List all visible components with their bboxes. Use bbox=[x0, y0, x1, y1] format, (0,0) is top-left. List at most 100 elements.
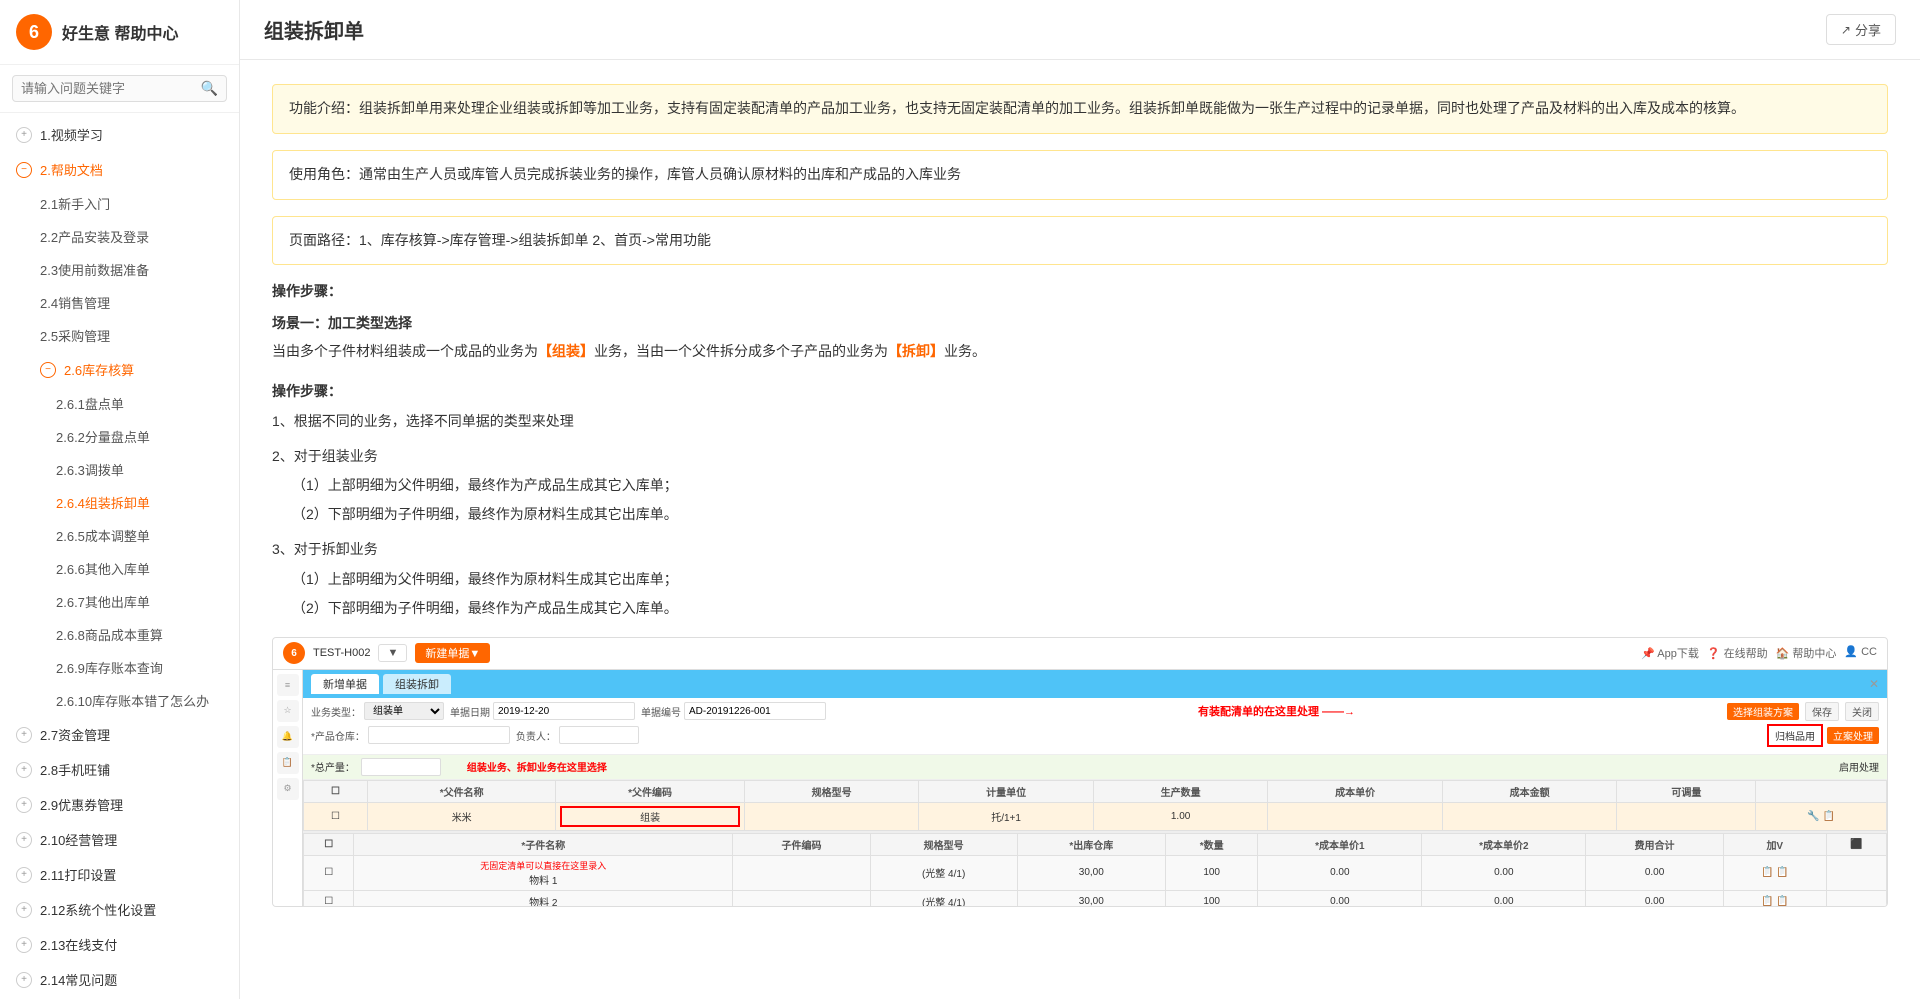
app-sidebar-icon-2: ☆ bbox=[277, 700, 299, 722]
sidebar-item-264[interactable]: 2.6.4组装拆卸单 bbox=[0, 486, 239, 519]
collapse-icon: − bbox=[16, 162, 32, 178]
sub-cell-check-2[interactable]: ☐ bbox=[304, 890, 354, 906]
step2-2-text: （2）下部明细为子件明细，最终作为原材料生成其它出库单。 bbox=[272, 502, 1888, 527]
cell-cost-1 bbox=[1268, 802, 1443, 830]
col-item-code: *父件编码 bbox=[556, 780, 744, 802]
sub-cell-ops-1: 📋 📋 bbox=[1723, 855, 1826, 890]
sidebar-item-2610[interactable]: 2.6.10库存账本错了怎么办 bbox=[0, 684, 239, 717]
app-new-doc-btn[interactable]: 新建单据▼ bbox=[415, 643, 490, 663]
app-annotation1-text: 有装配清单的在这里处理 ——→ bbox=[832, 703, 1721, 719]
app-form-area: 业务类型： 组装单 单据日期 单据编号 bbox=[303, 698, 1887, 755]
function-intro-block: 功能介绍：组装拆卸单用来处理企业组装或拆卸等加工业务，支持有固定装配清单的产品加… bbox=[272, 84, 1888, 134]
sub-cell-code-1 bbox=[733, 855, 870, 890]
sidebar-item-262[interactable]: 2.6.2分量盘点单 bbox=[0, 420, 239, 453]
sub-cell-cost1-1: 0.00 bbox=[1258, 855, 1422, 890]
sidebar-item-268[interactable]: 2.6.8商品成本重算 bbox=[0, 618, 239, 651]
col-unit: 计量单位 bbox=[919, 780, 1094, 802]
sidebar-item-video[interactable]: + 1.视频学习 bbox=[0, 117, 239, 152]
scene1-title: 场景一：加工类型选择 bbox=[272, 313, 1888, 333]
scene1-desc-text: 当由多个子件材料组装成一个成品的业务为【组装】业务，当由一个父件拆分成多个子产品… bbox=[272, 339, 1888, 364]
app-main-area: ≡ ☆ 🔔 📋 ⚙ 新增单据 组装拆卸 ✕ bbox=[273, 670, 1887, 906]
sidebar-item-docs-26[interactable]: − 2.6库存核算 bbox=[0, 352, 239, 387]
sub-cell-code-2 bbox=[733, 890, 870, 906]
sidebar-item-261[interactable]: 2.6.1盘点单 bbox=[0, 387, 239, 420]
app-sidebar-icon-5: ⚙ bbox=[277, 778, 299, 800]
app-input-date[interactable] bbox=[493, 702, 635, 720]
sidebar-item-265[interactable]: 2.6.5成本调整单 bbox=[0, 519, 239, 552]
search-wrap[interactable]: 🔍 bbox=[12, 75, 227, 102]
expand-icon-28: + bbox=[16, 762, 32, 778]
app-table-bottom: ☐ *子件名称 子件编码 规格型号 *出库仓库 *数量 *成本单价1 *成本单价… bbox=[303, 831, 1887, 906]
app-tab-assemble[interactable]: 新增单据 bbox=[311, 674, 379, 694]
sidebar-item-docs-25[interactable]: 2.5采购管理 bbox=[0, 319, 239, 352]
share-icon: ↗ bbox=[1841, 23, 1851, 37]
cell-check-1[interactable]: ☐ bbox=[304, 802, 368, 830]
app-btn-save[interactable]: 保存 bbox=[1805, 702, 1839, 721]
sidebar-item-docs-22[interactable]: 2.2产品安装及登录 bbox=[0, 220, 239, 253]
app-input-warehouse[interactable] bbox=[368, 726, 510, 744]
step3-text: 3、对于拆卸业务 bbox=[272, 537, 1888, 562]
step2-1-text: （1）上部明细为父件明细，最终作为产成品生成其它入库单； bbox=[272, 473, 1888, 498]
app-input-qty[interactable] bbox=[361, 758, 441, 776]
sidebar-item-docs-23[interactable]: 2.3使用前数据准备 bbox=[0, 253, 239, 286]
app-annotation3-text: 启用处理 bbox=[1839, 759, 1879, 774]
sidebar-item-266[interactable]: 2.6.6其他入库单 bbox=[0, 552, 239, 585]
sub-cell-ops-2: 📋 📋 bbox=[1723, 890, 1826, 906]
sidebar-item-docs-214[interactable]: + 2.14常见问题 bbox=[0, 962, 239, 997]
brand-name: 好生意 帮助中心 bbox=[62, 20, 178, 44]
sidebar: 6 好生意 帮助中心 🔍 + 1.视频学习 − 2.帮助文档 2.1新手入门 2… bbox=[0, 0, 240, 999]
scene1-description: 当由多个子件材料组装成一个成品的业务为【组装】业务，当由一个父件拆分成多个子产品… bbox=[272, 339, 1888, 364]
sub-cell-cost2-1: 0.00 bbox=[1422, 855, 1586, 890]
cell-spec-1 bbox=[744, 802, 919, 830]
search-icon[interactable]: 🔍 bbox=[201, 80, 218, 97]
app-btn-process[interactable]: 立案处理 bbox=[1827, 727, 1879, 744]
app-tab-tab2[interactable]: 组装拆卸 bbox=[383, 674, 451, 694]
sidebar-item-docs-24[interactable]: 2.4销售管理 bbox=[0, 286, 239, 319]
search-input[interactable] bbox=[21, 81, 201, 96]
app-close-icon[interactable]: ✕ bbox=[1869, 677, 1879, 691]
sidebar-item-docs-212[interactable]: + 2.12系统个性化设置 bbox=[0, 892, 239, 927]
sidebar-item-267[interactable]: 2.6.7其他出库单 bbox=[0, 585, 239, 618]
app-top-icons: 📌 App下载 ❓ 在线帮助 🏠 帮助中心 👤 CC bbox=[1641, 645, 1877, 661]
sidebar-item-docs-213[interactable]: + 2.13在线支付 bbox=[0, 927, 239, 962]
expand-icon-214: + bbox=[16, 972, 32, 988]
col-check: ☐ bbox=[304, 780, 368, 802]
sidebar-item-docs-27[interactable]: + 2.7资金管理 bbox=[0, 717, 239, 752]
sidebar-item-docs[interactable]: − 2.帮助文档 bbox=[0, 152, 239, 187]
screenshot-container: 6 TEST-H002 ▼ 新建单据▼ 📌 App下载 ❓ 在线帮助 🏠 帮助中… bbox=[272, 637, 1888, 907]
sub-cell-qty-1: 100 bbox=[1166, 855, 1258, 890]
app-input-person[interactable] bbox=[559, 726, 639, 744]
app-label-orderno: 单据编号 bbox=[641, 704, 681, 719]
sidebar-item-docs-28[interactable]: + 2.8手机旺铺 bbox=[0, 752, 239, 787]
steps-list: 1、根据不同的业务，选择不同单据的类型来处理 2、对于组装业务 （1）上部明细为… bbox=[272, 409, 1888, 621]
app-topbar: 6 TEST-H002 ▼ 新建单据▼ 📌 App下载 ❓ 在线帮助 🏠 帮助中… bbox=[273, 638, 1887, 670]
sub-cell-check-1[interactable]: ☐ bbox=[304, 855, 354, 890]
app-logo: 6 bbox=[283, 642, 305, 664]
app-icon-home: 🏠 帮助中心 bbox=[1776, 645, 1837, 661]
app-form-row-2: *产品仓库： 负责人： 归档品用 立案处理 bbox=[311, 724, 1879, 747]
sidebar-item-263[interactable]: 2.6.3调拨单 bbox=[0, 453, 239, 486]
cell-avail-1 bbox=[1617, 802, 1756, 830]
app-sidebar-icon-1: ≡ bbox=[277, 674, 299, 696]
step3-2-text: （2）下部明细为子件明细，最终作为产成品生成其它入库单。 bbox=[272, 596, 1888, 621]
page-title: 组装拆卸单 bbox=[264, 15, 364, 44]
app-select-type[interactable]: 组装单 bbox=[364, 702, 444, 720]
sidebar-item-docs-29[interactable]: + 2.9优惠券管理 bbox=[0, 787, 239, 822]
sidebar-item-269[interactable]: 2.6.9库存账本查询 bbox=[0, 651, 239, 684]
app-btn-cancel[interactable]: 关闭 bbox=[1845, 702, 1879, 721]
expand-icon-213: + bbox=[16, 937, 32, 953]
share-button[interactable]: ↗ 分享 bbox=[1826, 14, 1896, 45]
sidebar-item-docs-210[interactable]: + 2.10经营管理 bbox=[0, 822, 239, 857]
sidebar-item-label: 1.视频学习 bbox=[40, 125, 103, 144]
app-btn-choose-plan[interactable]: 选择组装方案 bbox=[1727, 703, 1799, 720]
sidebar-item-docs-21[interactable]: 2.1新手入门 bbox=[0, 187, 239, 220]
app-dropdown: ▼ bbox=[378, 644, 407, 662]
sub-row-2: ☐ 物料 2 (光整 4/1) 30,00 100 0.00 0.00 0.00 bbox=[304, 890, 1887, 906]
app-input-orderno[interactable] bbox=[684, 702, 826, 720]
sub-cell-unit-2: 30,00 bbox=[1017, 890, 1165, 906]
app-type-selector-row: *总产量： 组装业务、拆卸业务在这里选择 启用处理 bbox=[303, 755, 1887, 780]
app-sidebar-icon-3: 🔔 bbox=[277, 726, 299, 748]
sidebar-item-docs-211[interactable]: + 2.11打印设置 bbox=[0, 857, 239, 892]
path-intro-text: 页面路径：1、库存核算->库存管理->组装拆卸单 2、首页->常用功能 bbox=[289, 229, 1871, 253]
cell-code-box: 组装 bbox=[560, 806, 739, 827]
